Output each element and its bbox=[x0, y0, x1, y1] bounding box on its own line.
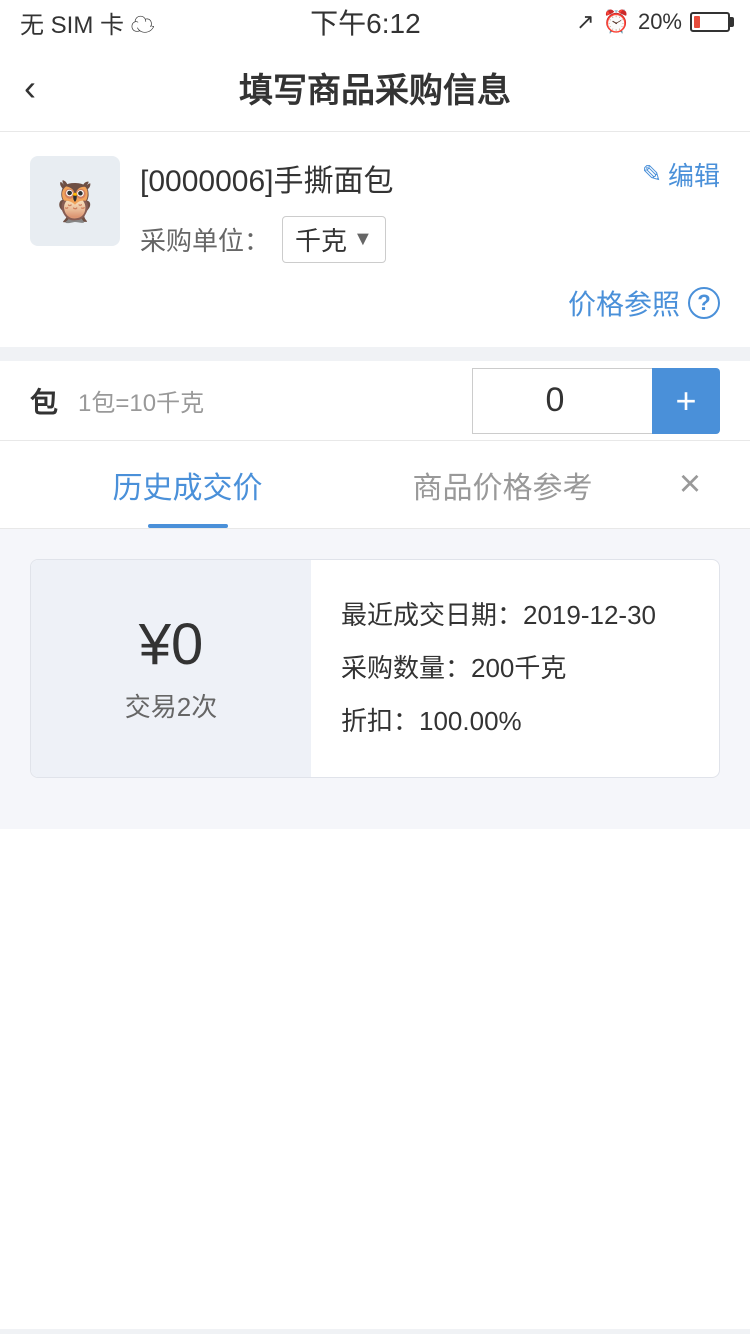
close-icon: × bbox=[679, 463, 701, 506]
bottom-space bbox=[0, 829, 750, 1329]
transaction-price: ¥0 bbox=[139, 613, 204, 677]
tab-close-button[interactable]: × bbox=[660, 455, 720, 515]
transaction-left: ¥0 交易2次 bbox=[31, 560, 311, 777]
discount-row: 折扣：100.00% bbox=[341, 702, 689, 741]
discount-value: 100.00% bbox=[419, 706, 522, 736]
edit-icon: ✎ bbox=[642, 160, 662, 189]
quantity-bag-sub: 1包=10千克 bbox=[78, 383, 204, 418]
section-divider bbox=[0, 349, 750, 361]
unit-select[interactable]: 千克 ▼ bbox=[282, 216, 386, 263]
unit-select-arrow-icon: ▼ bbox=[353, 228, 373, 251]
product-thumbnail: 🦉 bbox=[30, 156, 120, 246]
discount-label: 折扣： bbox=[341, 706, 419, 736]
product-section: 🦉 [0000006]手撕面包 采购单位： 千克 ▼ ✎ 编辑 bbox=[0, 132, 750, 347]
product-info: [0000006]手撕面包 采购单位： 千克 ▼ bbox=[140, 156, 642, 263]
tab-indicator bbox=[148, 524, 228, 528]
price-ref-label: 价格参照 bbox=[568, 283, 680, 323]
content-area: ¥0 交易2次 最近成交日期：2019-12-30 采购数量：200千克 折扣：… bbox=[0, 529, 750, 829]
recent-date-label: 最近成交日期： bbox=[341, 600, 523, 630]
product-unit-row: 采购单位： 千克 ▼ bbox=[140, 216, 642, 263]
recent-date-value: 2019-12-30 bbox=[523, 600, 656, 630]
quantity-input[interactable] bbox=[472, 368, 652, 434]
purchase-qty-value: 200千克 bbox=[471, 653, 566, 683]
tab-product-price-ref[interactable]: 商品价格参考 bbox=[345, 441, 660, 528]
status-time: 下午6:12 bbox=[310, 2, 421, 42]
sim-label: 无 SIM 卡 ☁ bbox=[20, 5, 155, 40]
quantity-section: 包 1包=10千克 + bbox=[0, 361, 750, 441]
battery-percent: 20% bbox=[638, 9, 682, 35]
transaction-count: 交易2次 bbox=[125, 687, 217, 724]
tabs-section: 历史成交价 商品价格参考 × bbox=[0, 441, 750, 529]
tab-product-price-ref-label: 商品价格参考 bbox=[413, 463, 593, 507]
tab-history-price-label: 历史成交价 bbox=[113, 463, 263, 507]
page-title: 填写商品采购信息 bbox=[239, 63, 511, 112]
purchase-qty-label: 采购数量： bbox=[341, 653, 471, 683]
product-header: 🦉 [0000006]手撕面包 采购单位： 千克 ▼ ✎ 编辑 bbox=[30, 156, 720, 263]
status-left: 无 SIM 卡 ☁ bbox=[20, 5, 155, 40]
quantity-input-wrap: + bbox=[472, 368, 720, 434]
unit-value: 千克 bbox=[295, 221, 347, 258]
transaction-card: ¥0 交易2次 最近成交日期：2019-12-30 采购数量：200千克 折扣：… bbox=[30, 559, 720, 778]
battery-icon bbox=[690, 12, 730, 32]
quantity-plus-button[interactable]: + bbox=[652, 368, 720, 434]
product-second-row: 价格参照 ? bbox=[30, 283, 720, 323]
product-left: 🦉 [0000006]手撕面包 采购单位： 千克 ▼ bbox=[30, 156, 642, 263]
quantity-bag-label: 包 bbox=[30, 381, 58, 421]
product-name: [0000006]手撕面包 bbox=[140, 156, 642, 200]
transaction-right: 最近成交日期：2019-12-30 采购数量：200千克 折扣：100.00% bbox=[311, 560, 719, 777]
price-value: 0 bbox=[171, 612, 203, 677]
status-bar: 无 SIM 卡 ☁ 下午6:12 ↗ ⏰ 20% bbox=[0, 0, 750, 44]
product-thumb-icon: 🦉 bbox=[50, 178, 100, 225]
status-right: ↗ ⏰ 20% bbox=[576, 9, 730, 35]
unit-label: 采购单位： bbox=[140, 221, 270, 258]
location-icon: ↗ bbox=[576, 9, 594, 35]
back-button[interactable]: ‹ bbox=[24, 67, 36, 109]
price-reference-button[interactable]: 价格参照 ? bbox=[568, 283, 720, 323]
recent-date-row: 最近成交日期：2019-12-30 bbox=[341, 596, 689, 635]
nav-bar: ‹ 填写商品采购信息 bbox=[0, 44, 750, 132]
price-symbol: ¥ bbox=[139, 612, 171, 677]
purchase-qty-row: 采购数量：200千克 bbox=[341, 649, 689, 688]
tab-history-price[interactable]: 历史成交价 bbox=[30, 441, 345, 528]
alarm-icon: ⏰ bbox=[603, 9, 630, 35]
edit-button[interactable]: ✎ 编辑 bbox=[642, 156, 720, 193]
battery-fill bbox=[694, 16, 700, 28]
price-ref-icon: ? bbox=[688, 287, 720, 319]
back-icon: ‹ bbox=[24, 67, 36, 108]
